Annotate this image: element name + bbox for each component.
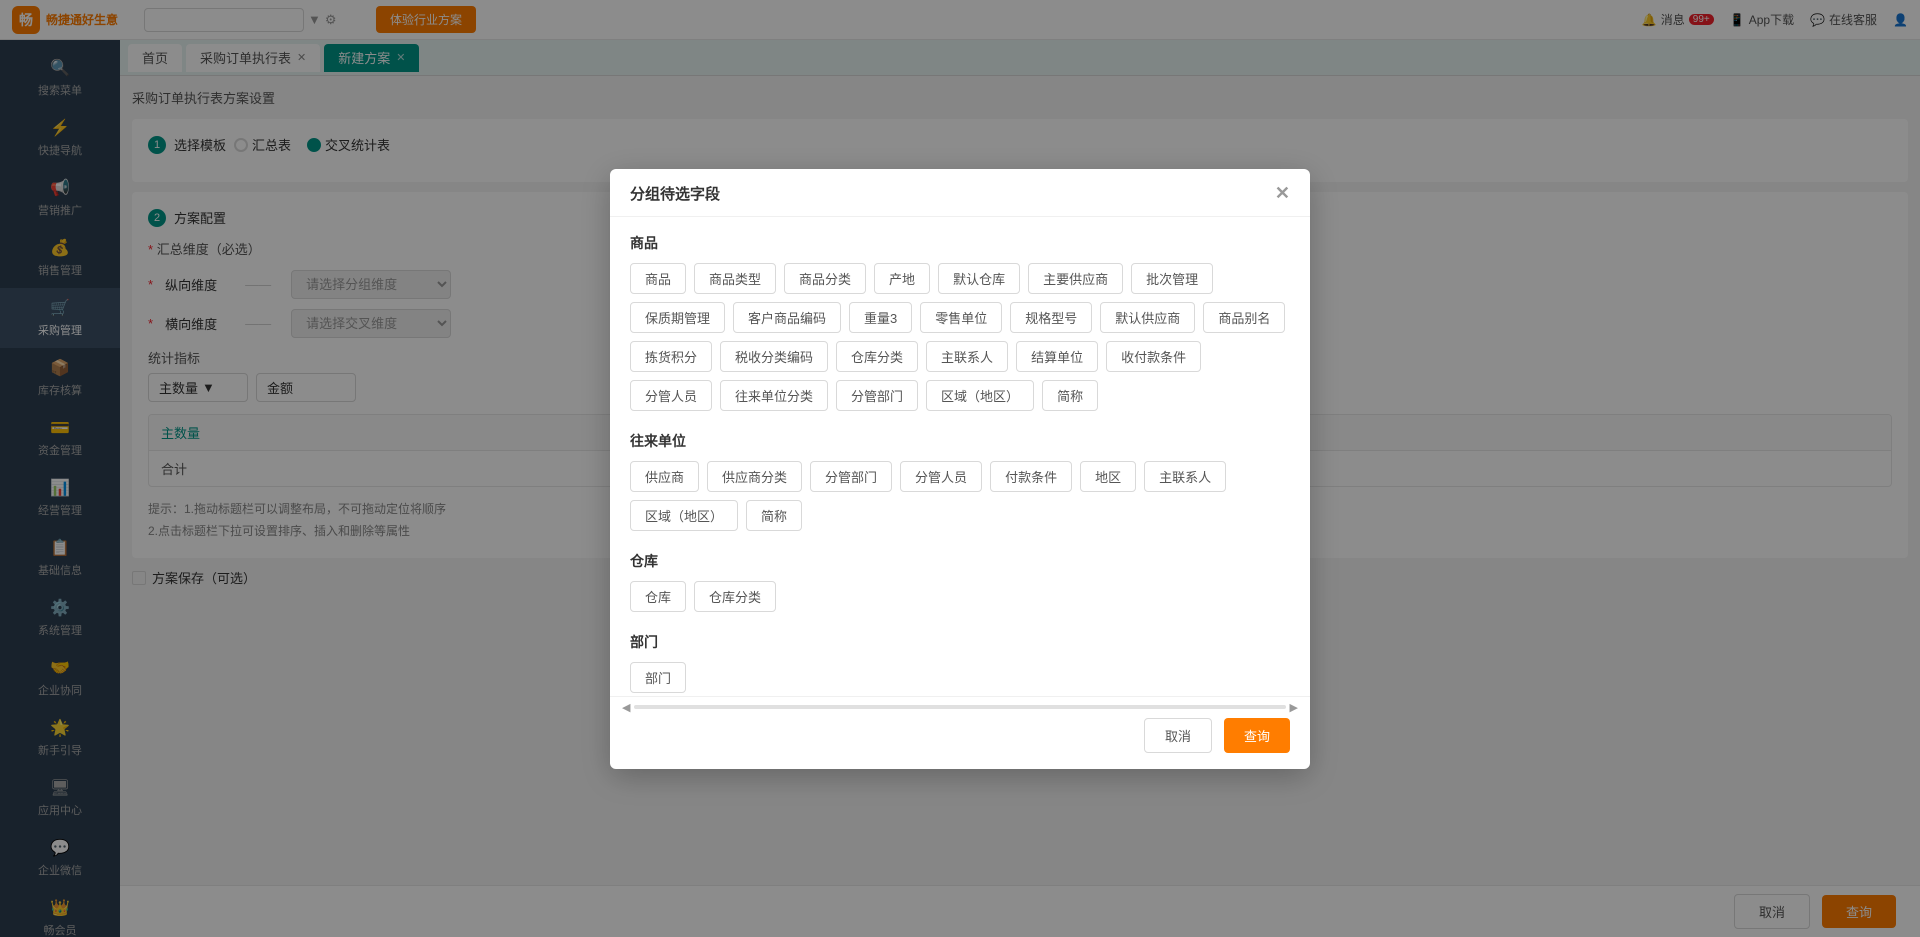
field-tag[interactable]: 规格型号 (1010, 302, 1092, 333)
field-tag[interactable]: 商品别名 (1203, 302, 1285, 333)
modal: 分组待选字段 ✕ 商品 商品 商品类型 商品分类 产地 默认仓库 主要供应商 批… (610, 169, 1310, 769)
field-tag[interactable]: 商品 (630, 263, 686, 294)
section-dept: 部门 部门 (630, 632, 1290, 693)
field-tag[interactable]: 商品分类 (784, 263, 866, 294)
field-tag[interactable]: 仓库分类 (836, 341, 918, 372)
modal-confirm-btn[interactable]: 查询 (1224, 718, 1290, 753)
field-tag[interactable]: 主联系人 (1144, 461, 1226, 492)
field-tag[interactable]: 结算单位 (1016, 341, 1098, 372)
field-tag[interactable]: 地区 (1080, 461, 1136, 492)
section-partner-tags: 供应商 供应商分类 分管部门 分管人员 付款条件 地区 主联系人 区域（地区） … (630, 461, 1290, 531)
modal-footer: 取消 查询 (610, 718, 1310, 769)
modal-hscroll-area: ◀ ▶ (610, 696, 1310, 718)
hscroll-bar[interactable] (634, 705, 1285, 709)
field-tag[interactable]: 供应商 (630, 461, 699, 492)
field-tag[interactable]: 客户商品编码 (733, 302, 841, 333)
modal-body: 商品 商品 商品类型 商品分类 产地 默认仓库 主要供应商 批次管理 保质期管理… (610, 217, 1310, 696)
field-tag[interactable]: 区域（地区） (926, 380, 1034, 411)
field-tag[interactable]: 分管人员 (630, 380, 712, 411)
hscroll-left-arrow[interactable]: ◀ (622, 701, 630, 714)
field-tag[interactable]: 分管人员 (900, 461, 982, 492)
field-tag[interactable]: 零售单位 (920, 302, 1002, 333)
field-tag[interactable]: 默认供应商 (1100, 302, 1195, 333)
field-tag[interactable]: 商品类型 (694, 263, 776, 294)
field-tag[interactable]: 默认仓库 (938, 263, 1020, 294)
field-tag[interactable]: 收付款条件 (1106, 341, 1201, 372)
modal-cancel-btn[interactable]: 取消 (1144, 718, 1212, 753)
field-tag[interactable]: 区域（地区） (630, 500, 738, 531)
modal-title: 分组待选字段 (630, 183, 720, 204)
field-tag[interactable]: 仓库分类 (694, 581, 776, 612)
field-tag[interactable]: 保质期管理 (630, 302, 725, 333)
field-tag[interactable]: 主要供应商 (1028, 263, 1123, 294)
modal-close-btn[interactable]: ✕ (1275, 184, 1290, 202)
field-tag[interactable]: 重量3 (849, 302, 912, 333)
section-warehouse-tags: 仓库 仓库分类 (630, 581, 1290, 612)
modal-overlay: 分组待选字段 ✕ 商品 商品 商品类型 商品分类 产地 默认仓库 主要供应商 批… (0, 0, 1920, 937)
field-tag[interactable]: 仓库 (630, 581, 686, 612)
field-tag[interactable]: 部门 (630, 662, 686, 693)
section-product-title: 商品 (630, 233, 1290, 253)
field-tag[interactable]: 分管部门 (810, 461, 892, 492)
field-tag[interactable]: 简称 (1042, 380, 1098, 411)
section-partner-title: 往来单位 (630, 431, 1290, 451)
modal-header: 分组待选字段 ✕ (610, 169, 1310, 217)
field-tag[interactable]: 分管部门 (836, 380, 918, 411)
section-partner: 往来单位 供应商 供应商分类 分管部门 分管人员 付款条件 地区 主联系人 区域… (630, 431, 1290, 531)
field-tag[interactable]: 产地 (874, 263, 930, 294)
section-warehouse-title: 仓库 (630, 551, 1290, 571)
section-product-tags: 商品 商品类型 商品分类 产地 默认仓库 主要供应商 批次管理 保质期管理 客户… (630, 263, 1290, 411)
section-dept-title: 部门 (630, 632, 1290, 652)
field-tag[interactable]: 拣货积分 (630, 341, 712, 372)
field-tag[interactable]: 简称 (746, 500, 802, 531)
section-warehouse: 仓库 仓库 仓库分类 (630, 551, 1290, 612)
field-tag[interactable]: 供应商分类 (707, 461, 802, 492)
hscroll-right-arrow[interactable]: ▶ (1290, 701, 1298, 714)
field-tag[interactable]: 税收分类编码 (720, 341, 828, 372)
section-product: 商品 商品 商品类型 商品分类 产地 默认仓库 主要供应商 批次管理 保质期管理… (630, 233, 1290, 411)
field-tag[interactable]: 付款条件 (990, 461, 1072, 492)
field-tag[interactable]: 往来单位分类 (720, 380, 828, 411)
section-dept-tags: 部门 (630, 662, 1290, 693)
field-tag[interactable]: 批次管理 (1131, 263, 1213, 294)
field-tag[interactable]: 主联系人 (926, 341, 1008, 372)
